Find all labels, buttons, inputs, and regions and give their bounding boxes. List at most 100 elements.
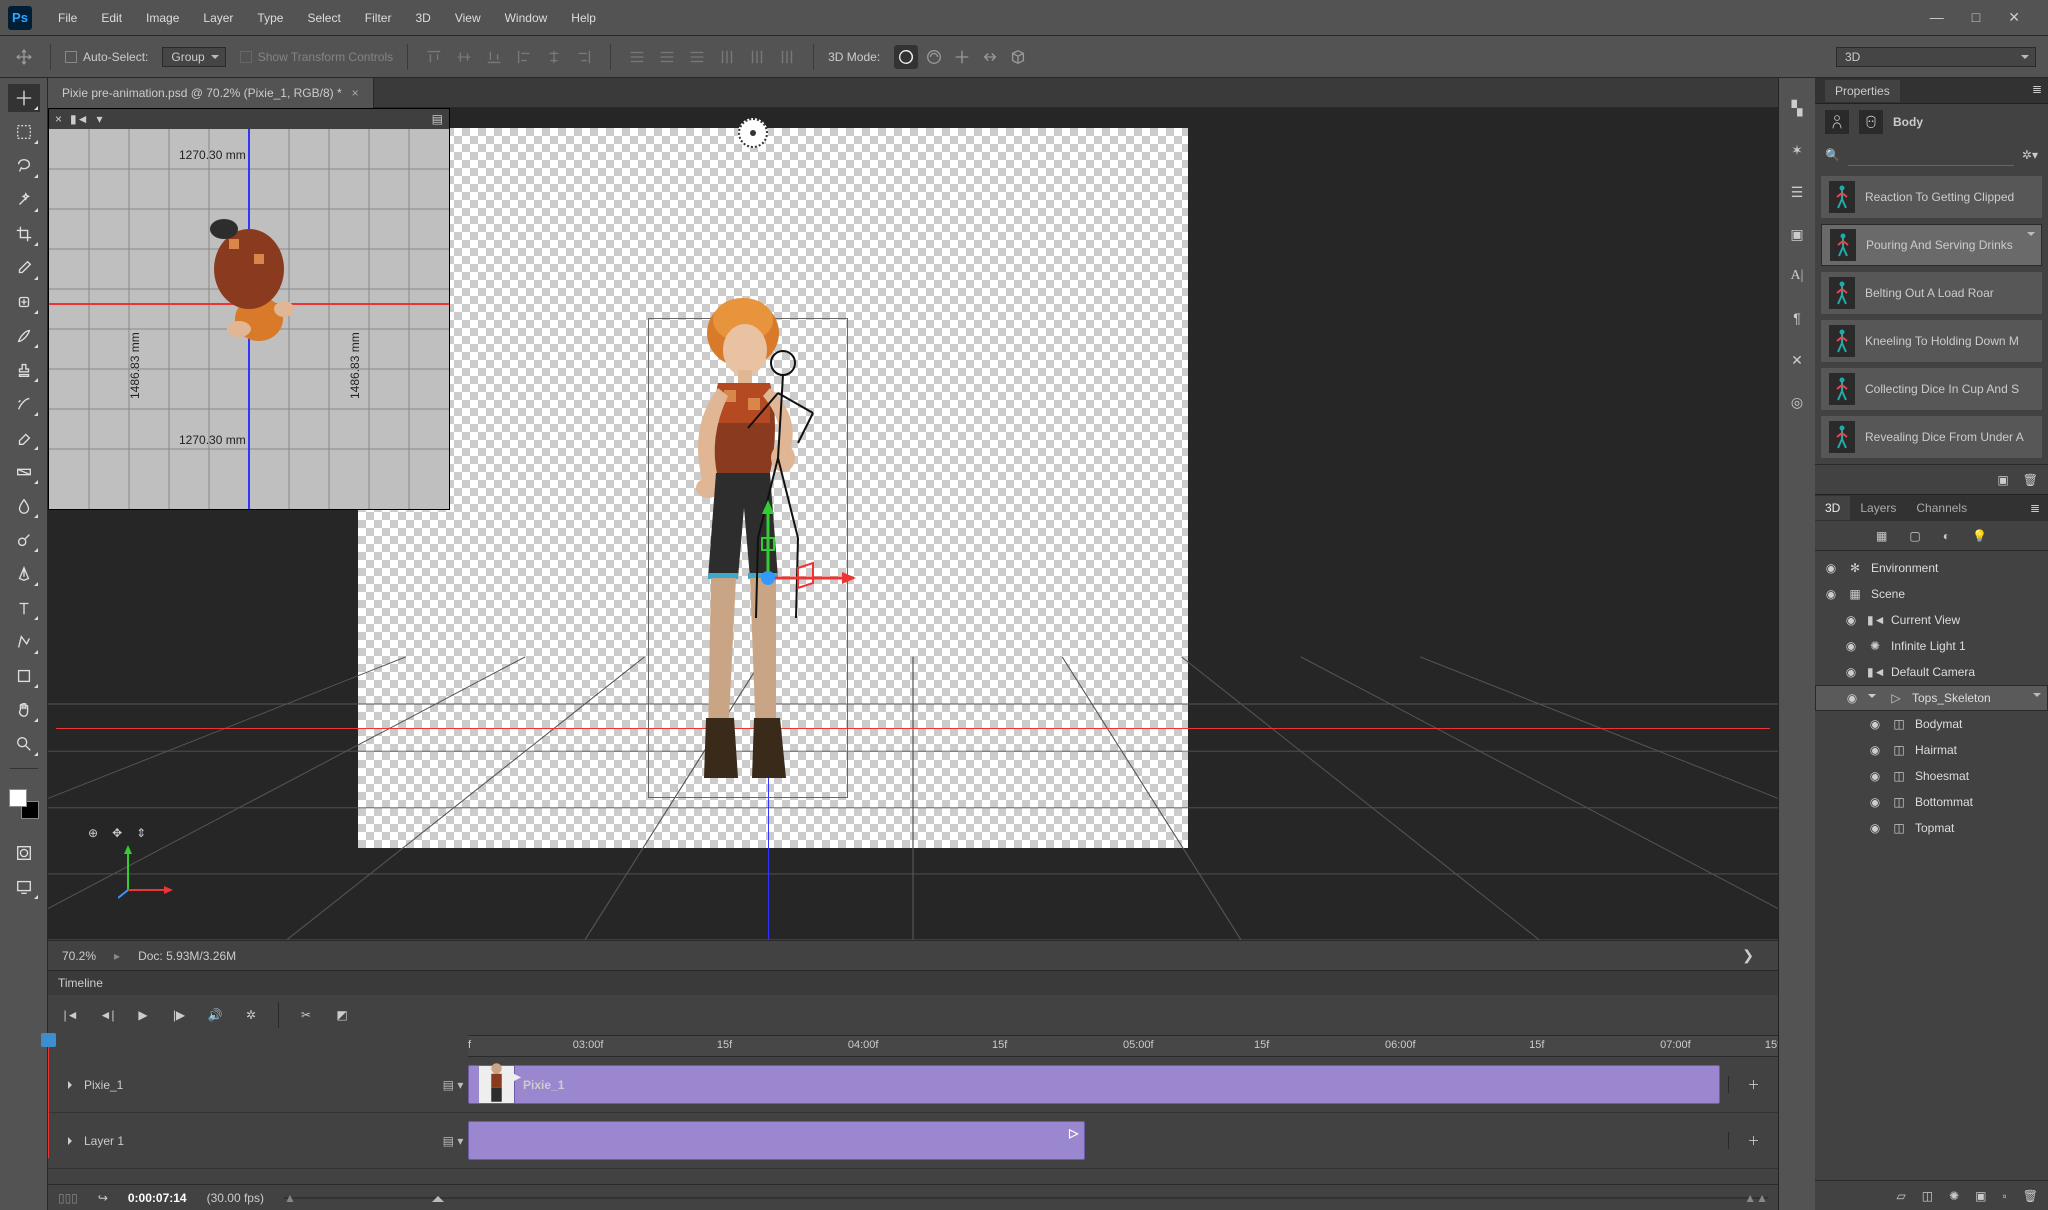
3d-view-controls[interactable]: ⊕ ✥ ⇕ — [88, 826, 146, 840]
secondary-camera-icon[interactable]: ▮◄ — [70, 112, 88, 126]
eyedropper-tool[interactable] — [8, 254, 40, 282]
animation-item[interactable]: Pouring And Serving Drinks — [1821, 224, 2042, 266]
3d-character[interactable] — [648, 278, 848, 798]
gradient-tool[interactable] — [8, 458, 40, 486]
audio-icon[interactable]: 🔊 — [202, 1002, 228, 1028]
new-icon[interactable]: ▣ — [1997, 473, 2008, 487]
visibility-icon[interactable]: ◉ — [1843, 613, 1859, 627]
3d-new-icon[interactable]: ▫ — [2003, 1189, 2007, 1203]
filter-light-icon[interactable]: 💡 — [1972, 529, 1987, 543]
close-tab-icon[interactable]: × — [352, 86, 359, 100]
3d-pan-icon[interactable] — [950, 45, 974, 69]
quickmask-tool[interactable] — [8, 839, 40, 867]
ribbon-adjust-icon[interactable]: ☰ — [1787, 182, 1807, 202]
type-tool[interactable] — [8, 594, 40, 622]
3d-mode-select[interactable]: 3D — [1836, 47, 2036, 67]
3d-plane-icon[interactable]: ▱ — [1897, 1189, 1906, 1203]
tree-node[interactable]: ◉▷Tops_Skeleton — [1815, 685, 2048, 711]
timeline-menu-icon[interactable]: ▯▯▯ — [58, 1191, 78, 1205]
crop-tool[interactable] — [8, 220, 40, 248]
hand-tool[interactable] — [8, 696, 40, 724]
align-top-icon[interactable] — [422, 45, 446, 69]
track-options-icon[interactable]: ▤ ▾ — [438, 1078, 468, 1092]
go-start-icon[interactable]: |◄ — [58, 1002, 84, 1028]
align-vcenter-icon[interactable] — [452, 45, 476, 69]
timeline-ruler[interactable]: f 03:00f 15f 04:00f 15f 05:00f 15f 06:00… — [468, 1035, 1778, 1057]
path-tool[interactable] — [8, 628, 40, 656]
tree-node[interactable]: ◉▦Scene — [1815, 581, 2048, 607]
stamp-tool[interactable] — [8, 356, 40, 384]
clip-layer1[interactable]: ▷ — [468, 1121, 1085, 1160]
distribute-left-icon[interactable] — [715, 45, 739, 69]
tree-node[interactable]: ◉◫Bodymat — [1815, 711, 2048, 737]
panel-menu-icon[interactable]: ≣ — [2032, 82, 2042, 96]
distribute-top-icon[interactable] — [625, 45, 649, 69]
3d-light-icon[interactable]: ✺ — [1949, 1189, 1959, 1203]
menu-window[interactable]: Window — [493, 11, 560, 25]
orbit-icon[interactable]: ⊕ — [88, 826, 98, 840]
tab-channels[interactable]: Channels — [1906, 496, 1977, 520]
align-bottom-icon[interactable] — [482, 45, 506, 69]
filter-scene-icon[interactable]: ▦ — [1876, 529, 1887, 543]
animation-item[interactable]: Kneeling To Holding Down M — [1821, 320, 2042, 362]
brush-tool[interactable] — [8, 322, 40, 350]
align-hcenter-icon[interactable] — [542, 45, 566, 69]
panel-menu-icon[interactable]: ≣ — [2030, 501, 2048, 515]
tree-node[interactable]: ◉▮◄Current View — [1815, 607, 2048, 633]
magic-wand-tool[interactable] — [8, 186, 40, 214]
split-icon[interactable]: ✂ — [293, 1002, 319, 1028]
menu-3d[interactable]: 3D — [403, 11, 442, 25]
playhead[interactable] — [48, 1035, 49, 1158]
tree-node[interactable]: ◉✺Infinite Light 1 — [1815, 633, 2048, 659]
animation-list[interactable]: Reaction To Getting ClippedPouring And S… — [1815, 170, 2048, 464]
visibility-icon[interactable]: ◉ — [1844, 691, 1860, 705]
animation-item[interactable]: Revealing Dice From Under A — [1821, 416, 2042, 458]
distribute-vcenter-icon[interactable] — [655, 45, 679, 69]
visibility-icon[interactable]: ◉ — [1867, 743, 1883, 757]
history-brush-tool[interactable] — [8, 390, 40, 418]
render-icon[interactable]: ↪ — [98, 1191, 108, 1205]
menu-type[interactable]: Type — [245, 11, 295, 25]
menu-file[interactable]: File — [46, 11, 89, 25]
add-track-button[interactable]: ＋ — [1728, 1132, 1778, 1149]
lasso-tool[interactable] — [8, 152, 40, 180]
status-chevron-icon[interactable]: ❯ — [1742, 947, 1754, 964]
zoom-tool[interactable] — [8, 730, 40, 758]
ribbon-cc-icon[interactable]: ◎ — [1787, 392, 1807, 412]
dodge-tool[interactable] — [8, 526, 40, 554]
dolly-icon[interactable]: ⇕ — [136, 826, 146, 840]
tab-layers[interactable]: Layers — [1850, 496, 1906, 520]
zoom-caret-icon[interactable]: ▸ — [114, 949, 120, 963]
ribbon-type-a-icon[interactable]: A| — [1787, 266, 1807, 286]
3d-render-icon[interactable]: ▣ — [1975, 1189, 1986, 1203]
tree-node[interactable]: ◉▮◄Default Camera — [1815, 659, 2048, 685]
pen-tool[interactable] — [8, 560, 40, 588]
3d-trash-icon[interactable]: 🗑 — [2023, 1189, 2038, 1203]
window-maximize[interactable]: □ — [1972, 9, 1980, 26]
prev-frame-icon[interactable]: ◄| — [94, 1002, 120, 1028]
tree-node[interactable]: ◉◫Topmat — [1815, 815, 2048, 841]
align-right-icon[interactable] — [572, 45, 596, 69]
zoom-slider[interactable]: ▲ ▲▲ — [284, 1193, 1768, 1203]
zoom-value[interactable]: 70.2% — [62, 949, 96, 963]
auto-select-target[interactable]: Group — [162, 47, 225, 67]
move-tool-icon[interactable] — [12, 45, 36, 69]
track-options-icon[interactable]: ▤ ▾ — [438, 1134, 468, 1148]
menu-layer[interactable]: Layer — [191, 11, 245, 25]
filter-material-icon[interactable]: ◐ — [1943, 529, 1950, 543]
add-track-button[interactable]: ＋ — [1728, 1076, 1778, 1093]
visibility-icon[interactable]: ◉ — [1823, 587, 1839, 601]
document-tab[interactable]: Pixie pre-animation.psd @ 70.2% (Pixie_1… — [48, 78, 374, 108]
settings-icon[interactable]: ✲ — [238, 1002, 264, 1028]
3d-cube-icon[interactable]: ◫ — [1922, 1189, 1933, 1203]
3d-scale-icon[interactable] — [1006, 45, 1030, 69]
ribbon-tools-icon[interactable]: ✕ — [1787, 350, 1807, 370]
menu-view[interactable]: View — [443, 11, 493, 25]
animation-item[interactable]: Belting Out A Load Roar — [1821, 272, 2042, 314]
align-left-icon[interactable] — [512, 45, 536, 69]
light-widget[interactable] — [738, 118, 768, 148]
ribbon-layercomp-icon[interactable]: ▣ — [1787, 224, 1807, 244]
visibility-icon[interactable]: ◉ — [1843, 665, 1859, 679]
visibility-icon[interactable]: ◉ — [1867, 821, 1883, 835]
show-transform-checkbox[interactable]: Show Transform Controls — [240, 50, 393, 64]
